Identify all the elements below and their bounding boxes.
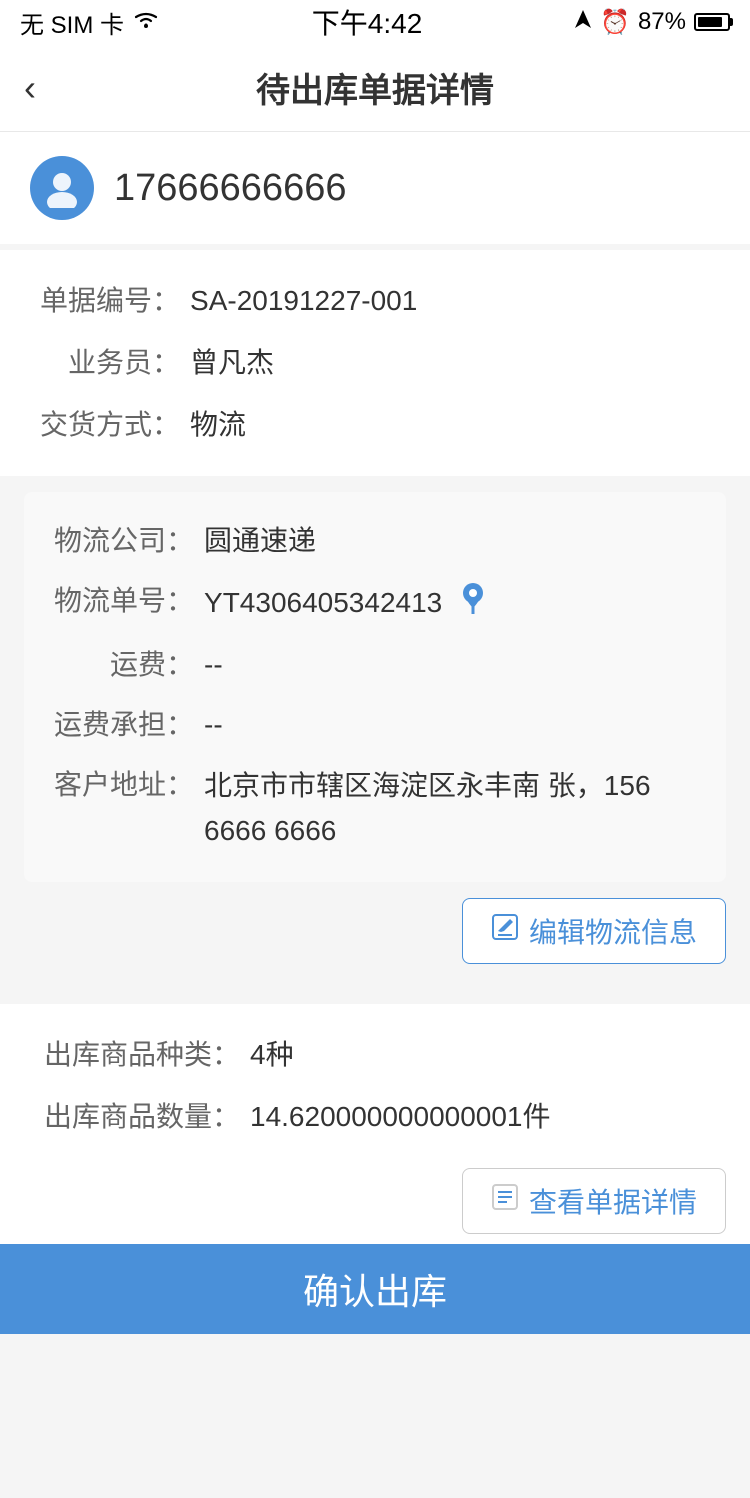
products-section: 出库商品种类： 4种 出库商品数量： 14.620000000000001件 (0, 1004, 750, 1168)
salesman-label: 业务员： (40, 342, 180, 384)
delivery-row: 交货方式： 物流 (40, 404, 710, 446)
product-type-label: 出库商品种类： (40, 1034, 240, 1076)
tracking-value: YT4306405342413 (194, 580, 696, 626)
section-divider (0, 988, 750, 1004)
logistics-box: 物流公司： 圆通速递 物流单号： YT4306405342413 运费： -- … (24, 492, 726, 882)
address-value: 北京市市辖区海淀区永丰南 张，156 6666 6666 (194, 764, 696, 854)
order-number-label: 单据编号： (40, 280, 180, 322)
back-button[interactable]: ‹ (24, 67, 36, 109)
avatar (30, 156, 94, 220)
customer-phone: 17666666666 (114, 167, 346, 210)
freight-row: 运费： -- (54, 644, 696, 686)
page-title: 待出库单据详情 (256, 63, 494, 112)
view-details-label: 查看单据详情 (529, 1181, 697, 1221)
carrier-text: 无 SIM 卡 (20, 5, 124, 40)
tracking-label: 物流单号： (54, 580, 194, 622)
battery-percent: 87% (638, 8, 686, 36)
edit-icon (491, 913, 519, 948)
address-label: 客户地址： (54, 764, 194, 806)
status-right: ⏰ 87% (574, 8, 730, 37)
view-details-button[interactable]: 查看单据详情 (462, 1168, 726, 1234)
list-icon (491, 1183, 519, 1218)
product-type-row: 出库商品种类： 4种 (40, 1034, 710, 1076)
status-bar: 无 SIM 卡 下午4:42 ⏰ 87% (0, 0, 750, 44)
delivery-value: 物流 (180, 404, 710, 446)
battery-icon (694, 13, 730, 31)
product-quantity-row: 出库商品数量： 14.620000000000001件 (40, 1096, 710, 1138)
freight-value: -- (194, 644, 696, 686)
map-pin-icon[interactable] (456, 580, 490, 626)
product-quantity-value: 14.620000000000001件 (240, 1096, 710, 1138)
alarm-icon: ⏰ (600, 8, 630, 37)
tracking-row: 物流单号： YT4306405342413 (54, 580, 696, 626)
order-number-value: SA-20191227-001 (180, 280, 710, 322)
logistics-company-value: 圆通速递 (194, 520, 696, 562)
salesman-value: 曾凡杰 (180, 342, 710, 384)
edit-logistics-button[interactable]: 编辑物流信息 (462, 898, 726, 964)
wifi-icon (132, 8, 160, 36)
edit-logistics-label: 编辑物流信息 (529, 911, 697, 951)
address-row: 客户地址： 北京市市辖区海淀区永丰南 张，156 6666 6666 (54, 764, 696, 854)
product-type-value: 4种 (240, 1034, 710, 1076)
bearer-label: 运费承担： (54, 704, 194, 746)
confirm-button-area[interactable]: 确认出库 (0, 1244, 750, 1334)
salesman-row: 业务员： 曾凡杰 (40, 342, 710, 384)
product-quantity-label: 出库商品数量： (40, 1096, 240, 1138)
order-number-row: 单据编号： SA-20191227-001 (40, 280, 710, 322)
time-display: 下午4:42 (312, 2, 423, 42)
logistics-company-label: 物流公司： (54, 520, 194, 562)
delivery-label: 交货方式： (40, 404, 180, 446)
nav-bar: ‹ 待出库单据详情 (0, 44, 750, 132)
logistics-company-row: 物流公司： 圆通速递 (54, 520, 696, 562)
bearer-value: -- (194, 704, 696, 746)
location-status-icon (574, 8, 592, 36)
confirm-button-label: 确认出库 (303, 1263, 447, 1315)
customer-header: 17666666666 (0, 132, 750, 244)
edit-button-row: 编辑物流信息 (0, 898, 750, 988)
dashed-separator (0, 244, 750, 250)
status-left: 无 SIM 卡 (20, 5, 160, 40)
freight-label: 运费： (54, 644, 194, 686)
order-info-section: 单据编号： SA-20191227-001 业务员： 曾凡杰 交货方式： 物流 (0, 250, 750, 476)
bearer-row: 运费承担： -- (54, 704, 696, 746)
